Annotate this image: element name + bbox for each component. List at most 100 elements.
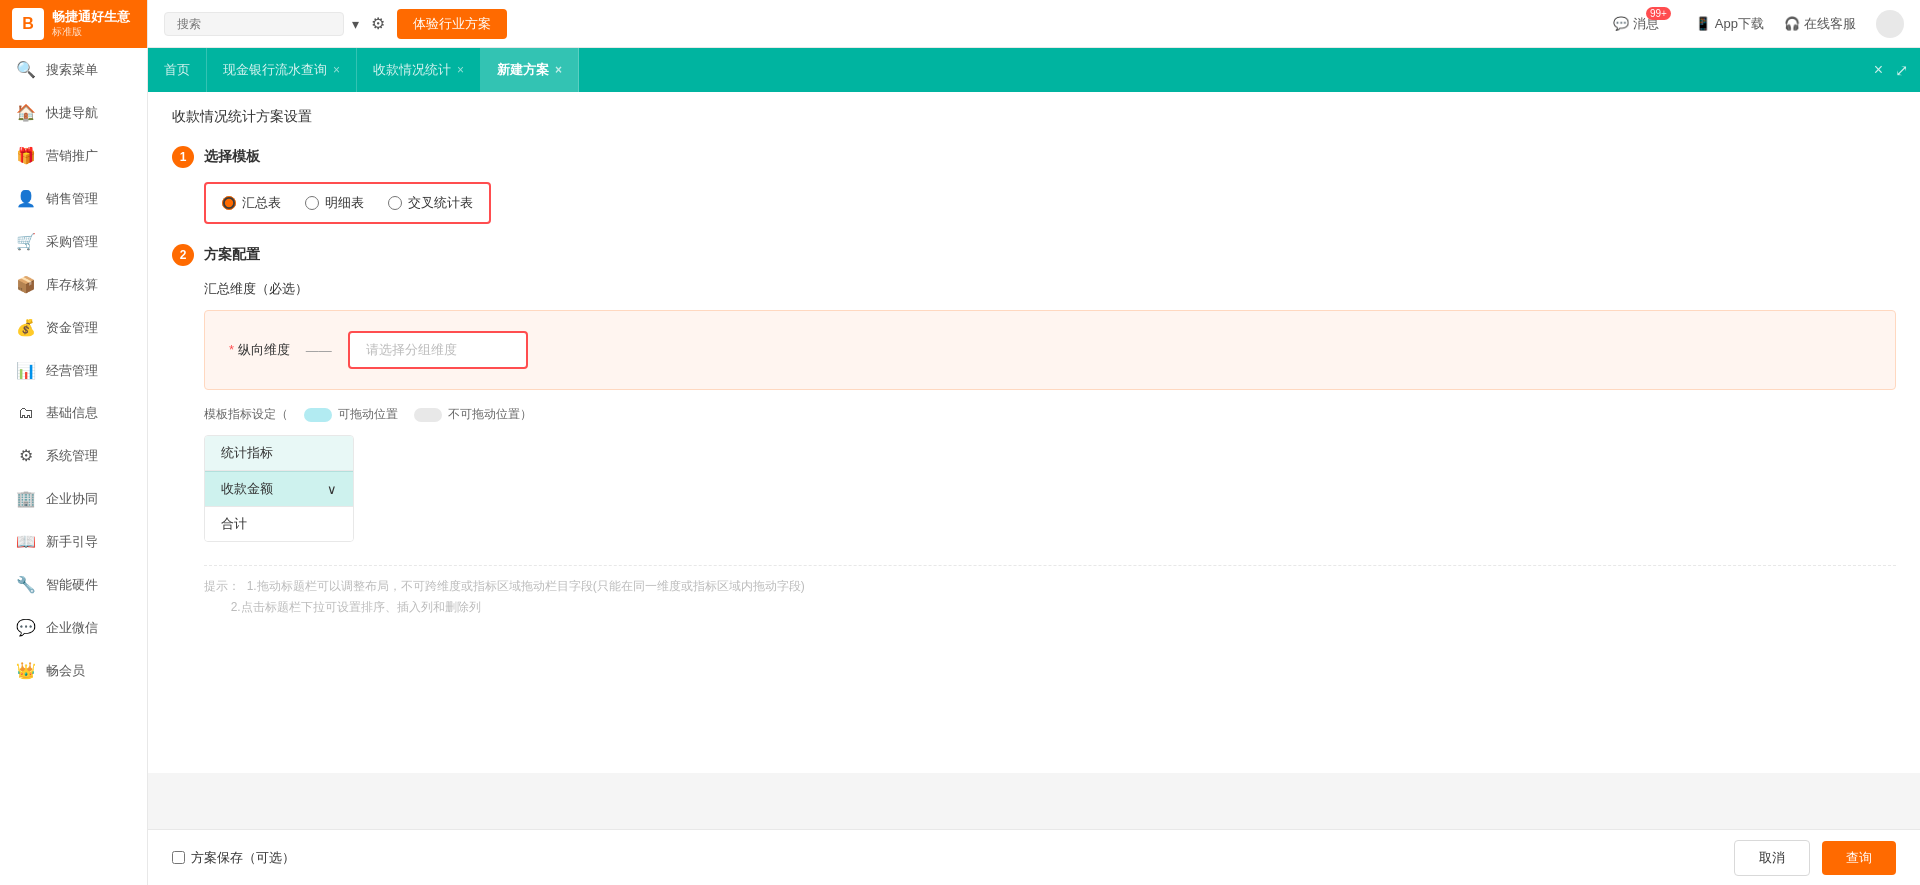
sidebar-item-label: 快捷导航 bbox=[46, 104, 98, 122]
tab-bank-flow-label: 现金银行流水查询 bbox=[223, 61, 327, 79]
template-radio-cross[interactable] bbox=[388, 196, 402, 210]
wechat-icon: 💬 bbox=[16, 618, 36, 637]
user-avatar[interactable] bbox=[1876, 10, 1904, 38]
sidebar-item-enterprise[interactable]: 🏢 企业协同 bbox=[0, 477, 147, 520]
template-radio-summary[interactable] bbox=[222, 196, 236, 210]
legend-fixed: 不可拖动位置） bbox=[414, 406, 532, 423]
save-option-checkbox[interactable] bbox=[172, 851, 185, 864]
sidebar-item-operation[interactable]: 📊 经营管理 bbox=[0, 349, 147, 392]
indicator-section: 模板指标设定（ 可拖动位置 不可拖动位置） bbox=[204, 406, 1896, 545]
sidebar-item-marketing[interactable]: 🎁 营销推广 bbox=[0, 134, 147, 177]
logo-text-block: 畅捷通好生意 标准版 bbox=[52, 9, 130, 40]
sidebar-item-label: 畅会员 bbox=[46, 662, 85, 680]
sidebar-logo: B 畅捷通好生意 标准版 bbox=[0, 0, 147, 48]
section1-header: 1 选择模板 bbox=[172, 146, 1896, 168]
sidebar-item-search-menu[interactable]: 🔍 搜索菜单 bbox=[0, 48, 147, 91]
download-icon: 📱 bbox=[1695, 16, 1711, 31]
page-title: 收款情况统计方案设置 bbox=[172, 108, 1896, 126]
sidebar-item-label: 企业微信 bbox=[46, 619, 98, 637]
tab-receipt-stat[interactable]: 收款情况统计 bbox=[357, 48, 481, 92]
sidebar-item-label: 企业协同 bbox=[46, 490, 98, 508]
tip-line2-text: 2.点击标题栏下拉可设置排序、插入列和删除列 bbox=[204, 600, 481, 614]
message-icon: 💬 bbox=[1613, 16, 1629, 31]
dimension-row: * 纵向维度 —— 请选择分组维度 bbox=[229, 331, 1871, 369]
page-content: 收款情况统计方案设置 1 选择模板 汇总表 明细表 bbox=[148, 92, 1920, 829]
tab-bank-flow-close[interactable] bbox=[333, 63, 340, 77]
query-button[interactable]: 查询 bbox=[1822, 841, 1896, 875]
marketing-icon: 🎁 bbox=[16, 146, 36, 165]
indicator-table-header: 统计指标 bbox=[205, 436, 353, 471]
legend-movable-label: 可拖动位置 bbox=[338, 406, 398, 423]
topbar-dropdown-button[interactable]: ▾ bbox=[352, 16, 359, 32]
online-service-button[interactable]: 🎧 在线客服 bbox=[1784, 15, 1856, 33]
notification-button[interactable]: 💬 消息 99+ bbox=[1613, 15, 1659, 33]
basic-info-icon: 🗂 bbox=[16, 404, 36, 422]
sidebar-item-label: 搜索菜单 bbox=[46, 61, 98, 79]
tab-close-all-icon[interactable]: × bbox=[1874, 61, 1883, 79]
sidebar-item-label: 系统管理 bbox=[46, 447, 98, 465]
sidebar-item-member[interactable]: 👑 畅会员 bbox=[0, 649, 147, 692]
operation-icon: 📊 bbox=[16, 361, 36, 380]
sidebar-item-guide[interactable]: 📖 新手引导 bbox=[0, 520, 147, 563]
dimension-arrow: —— bbox=[306, 343, 332, 358]
main-area: ▾ ⚙ 体验行业方案 💬 消息 99+ 📱 App下载 🎧 在线客服 首页 bbox=[148, 0, 1920, 885]
step2-title: 方案配置 bbox=[204, 246, 260, 264]
tip-prefix: 提示： 1.拖动标题栏可以调整布局，不可跨维度或指标区域拖动栏目字段(只能在同一… bbox=[204, 579, 805, 593]
tip-line-1: 提示： 1.拖动标题栏可以调整布局，不可跨维度或指标区域拖动栏目字段(只能在同一… bbox=[204, 578, 1896, 595]
member-icon: 👑 bbox=[16, 661, 36, 680]
sidebar-item-label: 资金管理 bbox=[46, 319, 98, 337]
template-radio-detail[interactable] bbox=[305, 196, 319, 210]
tab-receipt-stat-label: 收款情况统计 bbox=[373, 61, 451, 79]
sidebar-item-basic-info[interactable]: 🗂 基础信息 bbox=[0, 392, 147, 434]
logo-title: 畅捷通好生意 bbox=[52, 9, 130, 26]
sidebar-item-sales[interactable]: 👤 销售管理 bbox=[0, 177, 147, 220]
indicator-table: 统计指标 收款金额 ∨ 合计 bbox=[204, 435, 354, 542]
template-option-detail[interactable]: 明细表 bbox=[305, 194, 364, 212]
topbar-search-input[interactable] bbox=[164, 12, 344, 36]
sidebar-item-system[interactable]: ⚙ 系统管理 bbox=[0, 434, 147, 477]
template-option-cross[interactable]: 交叉统计表 bbox=[388, 194, 473, 212]
enterprise-icon: 🏢 bbox=[16, 489, 36, 508]
indicator-settings-label: 模板指标设定（ bbox=[204, 406, 288, 423]
sidebar-item-quick-nav[interactable]: 🏠 快捷导航 bbox=[0, 91, 147, 134]
tab-home[interactable]: 首页 bbox=[148, 48, 207, 92]
cancel-button[interactable]: 取消 bbox=[1734, 840, 1810, 876]
tab-new-plan-close[interactable] bbox=[555, 63, 562, 77]
template-option-summary[interactable]: 汇总表 bbox=[222, 194, 281, 212]
template-label-summary: 汇总表 bbox=[242, 194, 281, 212]
sidebar-item-label: 库存核算 bbox=[46, 276, 98, 294]
indicator-col-header[interactable]: 收款金额 ∨ bbox=[205, 471, 353, 507]
tab-expand-icon[interactable]: ⤢ bbox=[1895, 61, 1908, 80]
indicator-legend: 模板指标设定（ 可拖动位置 不可拖动位置） bbox=[204, 406, 1896, 423]
tips-area: 提示： 1.拖动标题栏可以调整布局，不可跨维度或指标区域拖动栏目字段(只能在同一… bbox=[204, 565, 1896, 632]
sales-icon: 👤 bbox=[16, 189, 36, 208]
app-download-button[interactable]: 📱 App下载 bbox=[1695, 15, 1764, 33]
save-option-label[interactable]: 方案保存（可选） bbox=[172, 849, 295, 867]
sidebar-item-inventory[interactable]: 📦 库存核算 bbox=[0, 263, 147, 306]
dimension-select-input[interactable]: 请选择分组维度 bbox=[348, 331, 528, 369]
sidebar-item-finance[interactable]: 💰 资金管理 bbox=[0, 306, 147, 349]
sidebar-item-purchase[interactable]: 🛒 采购管理 bbox=[0, 220, 147, 263]
sidebar: B 畅捷通好生意 标准版 🔍 搜索菜单 🏠 快捷导航 🎁 营销推广 👤 销售管理… bbox=[0, 0, 148, 885]
service-icon: 🎧 bbox=[1784, 16, 1800, 31]
tab-receipt-stat-close[interactable] bbox=[457, 63, 464, 77]
dimension-title: 汇总维度（必选） bbox=[204, 280, 1896, 298]
tab-new-plan[interactable]: 新建方案 bbox=[481, 48, 579, 92]
settings-gear-icon[interactable]: ⚙ bbox=[367, 10, 389, 37]
tab-new-plan-label: 新建方案 bbox=[497, 61, 549, 79]
sidebar-item-label: 智能硬件 bbox=[46, 576, 98, 594]
section-step1: 1 选择模板 汇总表 明细表 交叉统计表 bbox=[172, 146, 1896, 224]
indicator-col-label: 收款金额 bbox=[221, 480, 273, 498]
logo-icon: B bbox=[12, 8, 44, 40]
template-label-cross: 交叉统计表 bbox=[408, 194, 473, 212]
trial-button[interactable]: 体验行业方案 bbox=[397, 9, 507, 39]
tab-bank-flow[interactable]: 现金银行流水查询 bbox=[207, 48, 357, 92]
dimension-container: 汇总维度（必选） * 纵向维度 —— 请选择分组维度 bbox=[204, 280, 1896, 632]
sidebar-item-smart-hw[interactable]: 🔧 智能硬件 bbox=[0, 563, 147, 606]
sidebar-item-wechat[interactable]: 💬 企业微信 bbox=[0, 606, 147, 649]
inventory-icon: 📦 bbox=[16, 275, 36, 294]
indicator-row-label: 合计 bbox=[221, 516, 247, 531]
indicator-col-dropdown-icon[interactable]: ∨ bbox=[327, 482, 337, 497]
indicator-header-label: 统计指标 bbox=[221, 444, 273, 462]
tabbar: 首页 现金银行流水查询 收款情况统计 新建方案 × ⤢ bbox=[148, 48, 1920, 92]
